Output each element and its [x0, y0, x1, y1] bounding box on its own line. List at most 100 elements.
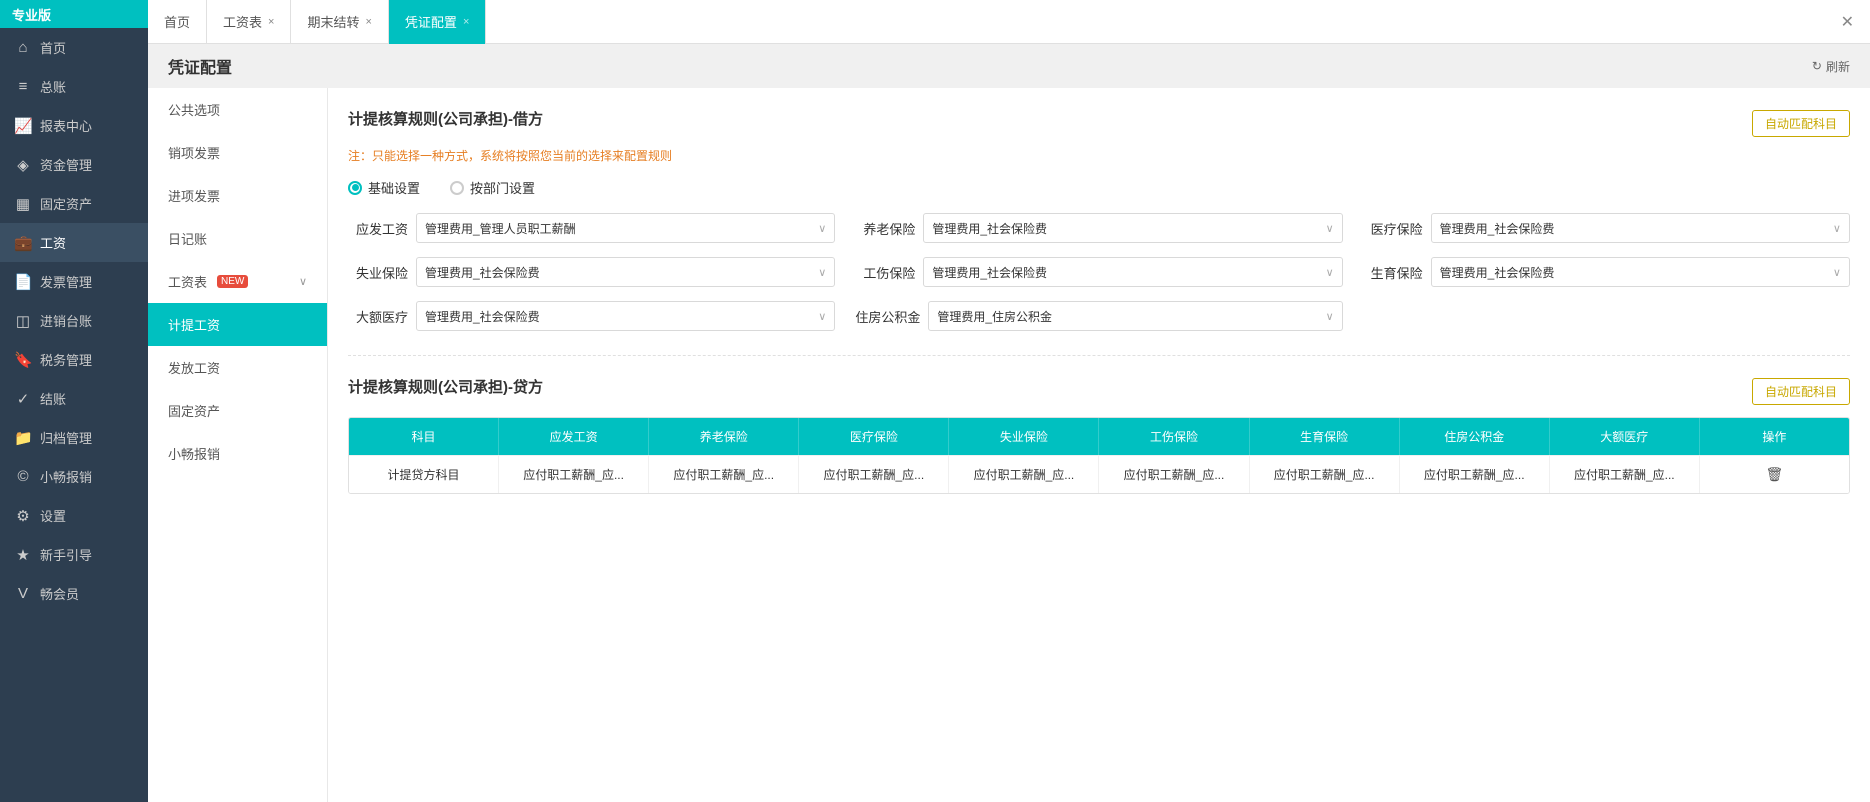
sidebar-item-invoice[interactable]: 📄 发票管理 [0, 262, 148, 301]
credit-section-title: 计提核算规则(公司承担)-贷方 [348, 376, 543, 397]
sidebar-label-expense: 小畅报销 [40, 467, 92, 486]
tab-voucher-config-close[interactable]: × [463, 16, 469, 28]
nav-sales-invoice[interactable]: 销项发票 [148, 131, 327, 174]
select-medical[interactable]: 管理费用_社会保险费 ∨ [1431, 213, 1850, 243]
td-large-medical[interactable]: 应付职工薪酬_应... [1550, 456, 1700, 493]
sidebar-label-member: 畅会员 [40, 584, 79, 603]
tab-salary-table-close[interactable]: × [268, 16, 274, 28]
nav-public[interactable]: 公共选项 [148, 88, 327, 131]
td-action[interactable]: 🗑 [1700, 456, 1849, 493]
main-area: 首页 工资表 × 期末结转 × 凭证配置 × ✕ 凭证配置 ↻ 刷新 公共选项 [148, 0, 1870, 802]
nav-pay-salary[interactable]: 发放工资 [148, 346, 327, 389]
sidebar-item-closing[interactable]: ✓ 结账 [0, 379, 148, 418]
nav-salary-table[interactable]: 工资表 NEW ∨ [148, 260, 327, 303]
label-unemploy: 失业保险 [348, 263, 408, 282]
nav-payroll-calc[interactable]: 计提工资 [148, 303, 327, 346]
table-header-row: 科目 应发工资 养老保险 医疗保险 失业保险 工伤保险 生育保险 住房公积金 大… [349, 418, 1849, 455]
settings-icon: ⚙ [14, 507, 32, 525]
radio-basic[interactable]: 基础设置 [348, 178, 420, 197]
th-unemploy: 失业保险 [949, 418, 1099, 455]
th-maternity: 生育保险 [1250, 418, 1400, 455]
sidebar-item-trade[interactable]: ◫ 进销台账 [0, 301, 148, 340]
select-housing-fund[interactable]: 管理费用_住房公积金 ∨ [928, 301, 1342, 331]
archive-icon: 📁 [14, 429, 32, 447]
th-injury: 工伤保险 [1099, 418, 1249, 455]
td-unemploy[interactable]: 应付职工薪酬_应... [949, 456, 1099, 493]
tab-period-close[interactable]: 期末结转 × [291, 0, 388, 44]
label-apply-salary: 应发工资 [348, 219, 408, 238]
sidebar-label-ledger: 总账 [40, 77, 66, 96]
table-row: 计提贷方科目 应付职工薪酬_应... 应付职工薪酬_应... 应付职工薪酬_应.… [349, 455, 1849, 493]
select-large-medical[interactable]: 管理费用_社会保险费 ∨ [416, 301, 835, 331]
label-housing-fund: 住房公积金 [855, 307, 920, 326]
select-maternity[interactable]: 管理费用_社会保险费 ∨ [1431, 257, 1850, 287]
nav-purchase-invoice[interactable]: 进项发票 [148, 174, 327, 217]
nav-expense[interactable]: 小畅报销 [148, 432, 327, 475]
td-housing[interactable]: 应付职工薪酬_应... [1400, 456, 1550, 493]
tab-voucher-config-label: 凭证配置 [405, 12, 457, 31]
select-pension[interactable]: 管理费用_社会保险费 ∨ [923, 213, 1342, 243]
tab-period-close-label: 期末结转 [307, 12, 359, 31]
field-pension: 养老保险 管理费用_社会保险费 ∨ [855, 213, 1342, 243]
sidebar-item-assets[interactable]: ▦ 固定资产 [0, 184, 148, 223]
field-medical: 医疗保险 管理费用_社会保险费 ∨ [1363, 213, 1850, 243]
sidebar-item-ledger[interactable]: ≡ 总账 [0, 67, 148, 106]
select-unemploy[interactable]: 管理费用_社会保险费 ∨ [416, 257, 835, 287]
tab-home[interactable]: 首页 [148, 0, 207, 44]
th-subject: 科目 [349, 418, 499, 455]
sidebar-item-home[interactable]: ⌂ 首页 [0, 28, 148, 67]
member-icon: V [14, 585, 32, 602]
sidebar-item-archive[interactable]: 📁 归档管理 [0, 418, 148, 457]
chevron-down-icon: ∨ [1326, 266, 1334, 279]
sidebar-label-settings: 设置 [40, 506, 66, 525]
refresh-icon: ↻ [1812, 59, 1822, 73]
sidebar-label-archive: 归档管理 [40, 428, 92, 447]
main-content: 计提核算规则(公司承担)-借方 自动匹配科目 注：只能选择一种方式，系统将按照您… [328, 88, 1870, 802]
debit-section: 计提核算规则(公司承担)-借方 自动匹配科目 注：只能选择一种方式，系统将按照您… [348, 108, 1850, 331]
sidebar-item-member[interactable]: V 畅会员 [0, 574, 148, 613]
select-injury[interactable]: 管理费用_社会保险费 ∨ [923, 257, 1342, 287]
field-injury: 工伤保险 管理费用_社会保险费 ∨ [855, 257, 1342, 287]
field-large-medical: 大额医疗 管理费用_社会保险费 ∨ [348, 301, 835, 331]
tab-period-close-close[interactable]: × [365, 16, 371, 28]
nav-journal[interactable]: 日记账 [148, 217, 327, 260]
sidebar: 专业版 ⌂ 首页 ≡ 总账 📈 报表中心 ◈ 资金管理 ▦ 固定资产 💼 工资 … [0, 0, 148, 802]
label-pension: 养老保险 [855, 219, 915, 238]
assets-icon: ▦ [14, 195, 32, 213]
sidebar-item-funds[interactable]: ◈ 资金管理 [0, 145, 148, 184]
home-icon: ⌂ [14, 39, 32, 56]
chevron-down-icon: ∨ [1833, 266, 1841, 279]
td-apply-salary[interactable]: 应付职工薪酬_应... [499, 456, 649, 493]
nav-expand-icon: ∨ [299, 275, 307, 288]
trade-icon: ◫ [14, 312, 32, 330]
field-maternity: 生育保险 管理费用_社会保险费 ∨ [1363, 257, 1850, 287]
sidebar-item-tax[interactable]: 🔖 税务管理 [0, 340, 148, 379]
debit-form-row-2: 失业保险 管理费用_社会保险费 ∨ 工伤保险 管理费用_社会保险费 ∨ [348, 257, 1850, 287]
sidebar-item-guide[interactable]: ★ 新手引导 [0, 535, 148, 574]
tab-voucher-config[interactable]: 凭证配置 × [389, 0, 486, 44]
window-close-button[interactable]: ✕ [1825, 12, 1870, 32]
debit-auto-match-button[interactable]: 自动匹配科目 [1752, 110, 1850, 137]
delete-icon[interactable]: 🗑 [1766, 466, 1784, 482]
credit-auto-match-button[interactable]: 自动匹配科目 [1752, 378, 1850, 405]
sidebar-item-settings[interactable]: ⚙ 设置 [0, 496, 148, 535]
sidebar-item-salary[interactable]: 💼 工资 [0, 223, 148, 262]
td-medical[interactable]: 应付职工薪酬_应... [799, 456, 949, 493]
credit-section: 计提核算规则(公司承担)-贷方 自动匹配科目 科目 应发工资 养老保险 医疗保险… [348, 376, 1850, 494]
content-wrapper: 公共选项 销项发票 进项发票 日记账 工资表 NEW ∨ 计提工资 发放工资 [148, 88, 1870, 802]
td-maternity[interactable]: 应付职工薪酬_应... [1250, 456, 1400, 493]
select-apply-salary[interactable]: 管理费用_管理人员职工薪酬 ∨ [416, 213, 835, 243]
refresh-button[interactable]: ↻ 刷新 [1812, 58, 1850, 75]
chevron-down-icon: ∨ [1326, 222, 1334, 235]
left-nav: 公共选项 销项发票 进项发票 日记账 工资表 NEW ∨ 计提工资 发放工资 [148, 88, 328, 802]
td-pension[interactable]: 应付职工薪酬_应... [649, 456, 799, 493]
td-injury[interactable]: 应付职工薪酬_应... [1099, 456, 1249, 493]
radio-dept[interactable]: 按部门设置 [450, 178, 535, 197]
sidebar-item-reports[interactable]: 📈 报表中心 [0, 106, 148, 145]
sidebar-item-expense[interactable]: © 小畅报销 [0, 457, 148, 496]
nav-fixed-assets[interactable]: 固定资产 [148, 389, 327, 432]
tab-salary-table[interactable]: 工资表 × [207, 0, 291, 44]
th-action: 操作 [1700, 418, 1849, 455]
label-medical: 医疗保险 [1363, 219, 1423, 238]
debit-form-row-1: 应发工资 管理费用_管理人员职工薪酬 ∨ 养老保险 管理费用_社会保险费 ∨ [348, 213, 1850, 243]
